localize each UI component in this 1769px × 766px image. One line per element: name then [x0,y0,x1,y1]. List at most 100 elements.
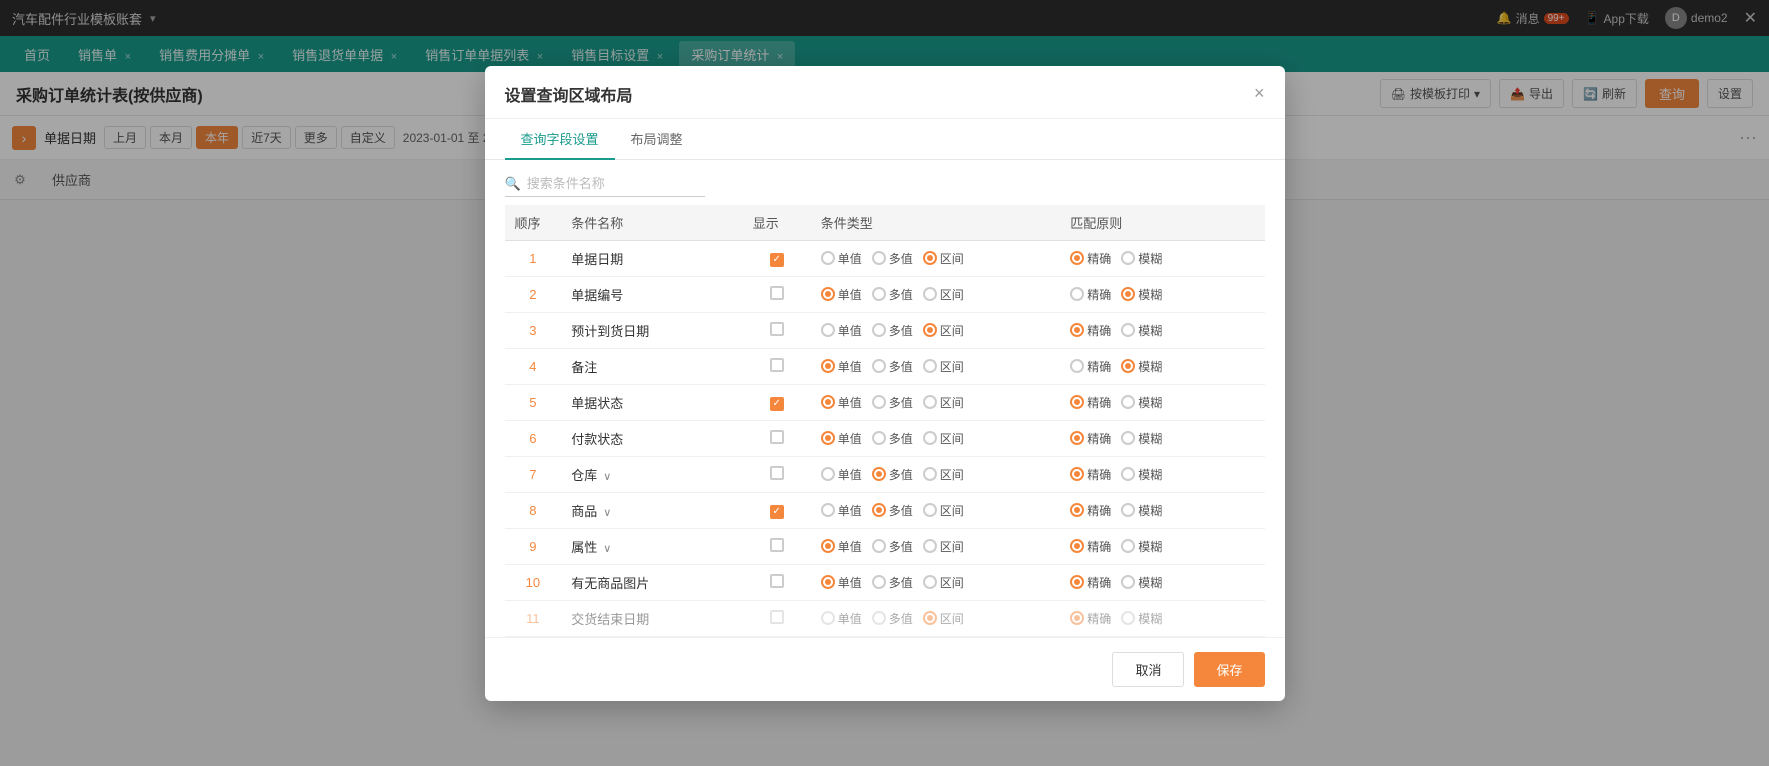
expand-icon[interactable]: ∨ [600,543,611,555]
display-checkbox[interactable] [770,286,784,300]
rule-radio-item[interactable]: 模糊 [1121,610,1162,627]
rule-radio-item[interactable]: 精确 [1070,538,1111,555]
radio-circle [1121,539,1135,553]
rule-radio-item[interactable]: 模糊 [1121,430,1162,447]
radio-circle [923,611,937,625]
type-radio-item[interactable]: 多值 [872,574,913,591]
type-radio-item[interactable]: 多值 [872,322,913,339]
type-radio-item[interactable]: 区间 [923,250,964,267]
type-radio-item[interactable]: 单值 [821,574,862,591]
type-radio-item[interactable]: 区间 [923,322,964,339]
rule-radio-item[interactable]: 精确 [1070,322,1111,339]
rule-radio-item[interactable]: 模糊 [1121,538,1162,555]
type-radio-group: 单值多值区间 [821,322,1051,339]
rule-radio-item[interactable]: 模糊 [1121,394,1162,411]
rule-radio-item[interactable]: 模糊 [1121,358,1162,375]
modal-overlay: 设置查询区域布局 × 查询字段设置 布局调整 🔍 顺序 条件名称 显示 [0,0,1769,766]
cancel-btn[interactable]: 取消 [1112,652,1184,687]
type-radio-item[interactable]: 单值 [821,394,862,411]
type-radio-item[interactable]: 区间 [923,394,964,411]
radio-label: 区间 [940,250,964,267]
rule-radio-item[interactable]: 模糊 [1121,286,1162,303]
type-radio-item[interactable]: 区间 [923,358,964,375]
radio-label: 模糊 [1138,502,1162,519]
cell-order: 3 [505,312,562,348]
rule-radio-item[interactable]: 精确 [1070,610,1111,627]
display-checkbox[interactable] [770,574,784,588]
radio-circle [1070,575,1084,589]
radio-label: 区间 [940,358,964,375]
cell-type: 单值多值 区间 [811,276,1061,312]
expand-icon[interactable]: ∨ [600,507,611,519]
cell-order: 1 [505,240,562,276]
display-checkbox[interactable] [770,322,784,336]
dialog-title: 设置查询区域布局 [505,82,633,106]
tab-query-fields[interactable]: 查询字段设置 [505,119,615,160]
display-checkbox[interactable] [770,610,784,624]
radio-circle [1070,251,1084,265]
radio-circle [923,359,937,373]
rule-radio-item[interactable]: 模糊 [1121,502,1162,519]
tab-layout-adjust[interactable]: 布局调整 [615,119,699,160]
type-radio-item[interactable]: 区间 [923,286,964,303]
type-radio-item[interactable]: 区间 [923,502,964,519]
type-radio-item[interactable]: 区间 [923,466,964,483]
rule-radio-item[interactable]: 精确 [1070,358,1111,375]
type-radio-group: 单值多值区间 [821,538,1051,555]
type-radio-item[interactable]: 多值 [872,358,913,375]
type-radio-item[interactable]: 单值 [821,502,862,519]
display-checkbox[interactable] [770,397,784,411]
type-radio-item[interactable]: 多值 [872,502,913,519]
type-radio-item[interactable]: 单值 [821,538,862,555]
type-radio-item[interactable]: 多值 [872,286,913,303]
rule-radio-item[interactable]: 精确 [1070,466,1111,483]
expand-icon[interactable]: ∨ [600,471,611,483]
rule-radio-item[interactable]: 精确 [1070,250,1111,267]
type-radio-item[interactable]: 多值 [872,394,913,411]
type-radio-item[interactable]: 区间 [923,574,964,591]
type-radio-item[interactable]: 多值 [872,538,913,555]
type-radio-item[interactable]: 单值 [821,286,862,303]
radio-label: 区间 [940,286,964,303]
display-checkbox[interactable] [770,358,784,372]
dialog-close-btn[interactable]: × [1254,83,1265,104]
display-checkbox[interactable] [770,253,784,267]
display-checkbox[interactable] [770,505,784,519]
type-radio-item[interactable]: 多值 [872,610,913,627]
radio-circle [1121,467,1135,481]
type-radio-item[interactable]: 单值 [821,610,862,627]
radio-label: 精确 [1087,322,1111,339]
type-radio-item[interactable]: 单值 [821,322,862,339]
type-radio-item[interactable]: 多值 [872,430,913,447]
rule-radio-item[interactable]: 模糊 [1121,250,1162,267]
type-radio-item[interactable]: 区间 [923,538,964,555]
type-radio-item[interactable]: 区间 [923,610,964,627]
cell-rule: 精确模糊 [1060,276,1264,312]
rule-radio-item[interactable]: 精确 [1070,286,1111,303]
save-btn[interactable]: 保存 [1194,652,1264,687]
rule-radio-item[interactable]: 模糊 [1121,322,1162,339]
radio-circle [872,287,886,301]
radio-circle [821,539,835,553]
display-checkbox[interactable] [770,538,784,552]
type-radio-item[interactable]: 单值 [821,250,862,267]
type-radio-item[interactable]: 单值 [821,466,862,483]
display-checkbox[interactable] [770,466,784,480]
type-radio-item[interactable]: 单值 [821,430,862,447]
rule-radio-item[interactable]: 模糊 [1121,574,1162,591]
cell-rule: 精确模糊 [1060,348,1264,384]
search-input[interactable] [527,176,687,191]
radio-label: 精确 [1087,502,1111,519]
radio-circle [1121,503,1135,517]
rule-radio-item[interactable]: 模糊 [1121,466,1162,483]
rule-radio-item[interactable]: 精确 [1070,574,1111,591]
type-radio-item[interactable]: 区间 [923,430,964,447]
rule-radio-item[interactable]: 精确 [1070,430,1111,447]
rule-radio-item[interactable]: 精确 [1070,502,1111,519]
type-radio-item[interactable]: 单值 [821,358,862,375]
cell-display [743,240,811,276]
display-checkbox[interactable] [770,430,784,444]
type-radio-item[interactable]: 多值 [872,466,913,483]
rule-radio-item[interactable]: 精确 [1070,394,1111,411]
type-radio-item[interactable]: 多值 [872,250,913,267]
